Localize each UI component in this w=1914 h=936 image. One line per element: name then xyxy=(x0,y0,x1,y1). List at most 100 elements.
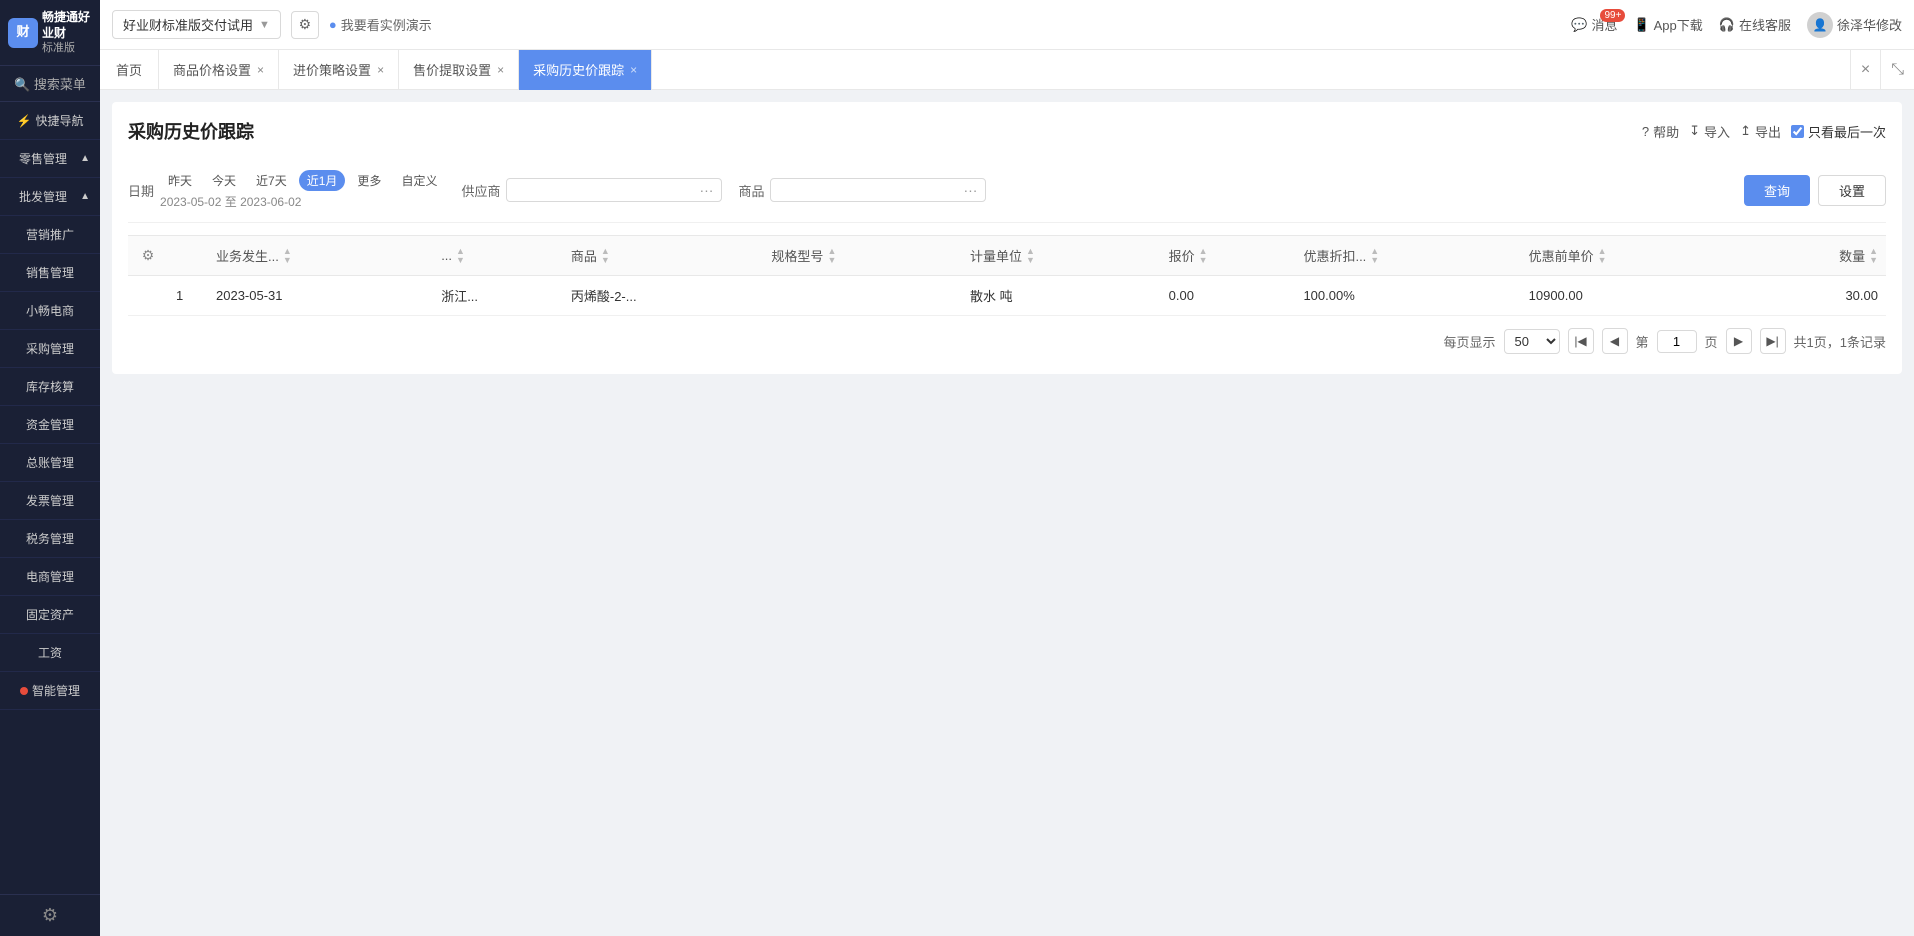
table-row: 1 2023-05-31 浙江... 丙烯酸-2-... 散水 吨 0.00 1… xyxy=(128,276,1886,316)
sidebar-item-purchase[interactable]: 采购管理 xyxy=(0,330,100,368)
app-download-btn[interactable]: 📱 App下载 xyxy=(1633,15,1702,34)
sidebar-item-ecom-small[interactable]: 小畅电商 xyxy=(0,292,100,330)
sort-pre-discount-icon[interactable]: ▲▼ xyxy=(1598,247,1607,265)
per-page-label: 每页显示 xyxy=(1443,332,1495,351)
sidebar-item-marketing[interactable]: 营销推广 xyxy=(0,216,100,254)
sidebar-item-inventory[interactable]: 库存核算 xyxy=(0,368,100,406)
total-info: 共1页，1条记录 xyxy=(1794,332,1886,351)
sidebar-item-ecom[interactable]: 电商管理 xyxy=(0,558,100,596)
sort-product-icon[interactable]: ▲▼ xyxy=(601,247,610,265)
search-menu[interactable]: 🔍 搜索菜单 xyxy=(0,66,100,102)
topbar: 好业财标准版交付试用 ▼ ⚙ ● 我要看实例演示 💬 消息 99+ 📱 App下… xyxy=(100,0,1914,50)
per-page-select[interactable]: 50 20 100 xyxy=(1504,329,1560,354)
sort-biz-date-icon[interactable]: ▲▼ xyxy=(283,247,292,265)
sort-discount-icon[interactable]: ▲▼ xyxy=(1370,247,1379,265)
help-icon: ? xyxy=(1642,124,1649,139)
date-7days-btn[interactable]: 近7天 xyxy=(248,170,295,191)
demo-btn[interactable]: ● 我要看实例演示 xyxy=(329,15,432,34)
sort-spec-icon[interactable]: ▲▼ xyxy=(827,247,836,265)
last-only-checkbox-label[interactable]: 只看最后一次 xyxy=(1791,122,1886,141)
th-extra[interactable]: ... ▲▼ xyxy=(433,236,563,276)
expand-tab-action[interactable]: ⤡ xyxy=(1880,50,1914,90)
cell-quoted-price: 0.00 xyxy=(1161,276,1296,316)
tab-history-track[interactable]: 采购历史价跟踪 × xyxy=(519,50,652,90)
sidebar-item-tax[interactable]: 税务管理 xyxy=(0,520,100,558)
th-quoted-price[interactable]: 报价 ▲▼ xyxy=(1161,236,1296,276)
tab-sale-price[interactable]: 售价提取设置 × xyxy=(399,50,519,90)
close-tab-price-icon[interactable]: × xyxy=(257,63,264,77)
sidebar-item-ledger[interactable]: 总账管理 xyxy=(0,444,100,482)
supplier-dots[interactable]: ··· xyxy=(699,182,713,198)
tab-price[interactable]: 商品价格设置 × xyxy=(159,50,279,90)
next-page-btn[interactable]: ▶ xyxy=(1726,328,1752,354)
cell-unit: 散水 吨 xyxy=(962,276,1161,316)
th-pre-discount[interactable]: 优惠前单价 ▲▼ xyxy=(1521,236,1752,276)
demo-icon: ● xyxy=(329,17,337,32)
tab-purchase-strategy[interactable]: 进价策略设置 × xyxy=(279,50,399,90)
export-btn[interactable]: ↥ 导出 xyxy=(1740,122,1781,141)
product-input[interactable] xyxy=(779,183,959,198)
date-yesterday-btn[interactable]: 昨天 xyxy=(160,170,200,191)
tab-home[interactable]: 首页 xyxy=(100,50,159,90)
sort-unit-icon[interactable]: ▲▼ xyxy=(1026,247,1035,265)
date-filter: 日期 昨天 今天 近7天 近1月 更多 自定义 2023-05-02 至 202… xyxy=(128,170,445,210)
sort-price-icon[interactable]: ▲▼ xyxy=(1199,247,1208,265)
close-tab-purchase-strategy-icon[interactable]: × xyxy=(377,63,384,77)
sidebar-item-wholesale[interactable]: 批发管理 ▲ xyxy=(0,178,100,216)
sidebar: 财 畅捷通好业财 标准版 🔍 搜索菜单 ⚡ 快捷导航 零售管理 ▲ 批发管理 ▲… xyxy=(0,0,100,936)
import-icon: ↧ xyxy=(1689,123,1700,139)
setting-btn[interactable]: 设置 xyxy=(1818,175,1886,206)
last-only-checkbox[interactable] xyxy=(1791,125,1804,138)
cell-spec xyxy=(763,276,962,316)
mobile-icon: 📱 xyxy=(1633,17,1649,33)
page-title: 采购历史价跟踪 xyxy=(128,118,254,144)
message-btn[interactable]: 💬 消息 99+ xyxy=(1571,15,1617,34)
chevron-up-icon: ▲ xyxy=(80,153,90,164)
column-settings-icon[interactable]: ⚙ xyxy=(142,247,155,263)
version-selector[interactable]: 好业财标准版交付试用 ▼ xyxy=(112,10,281,39)
sidebar-item-finance[interactable]: 资金管理 xyxy=(0,406,100,444)
user-icon: 👤 xyxy=(1813,18,1828,32)
help-btn[interactable]: ? 帮助 xyxy=(1642,122,1679,141)
th-product[interactable]: 商品 ▲▼ xyxy=(563,236,764,276)
sidebar-item-sales[interactable]: 销售管理 xyxy=(0,254,100,292)
cell-qty: 30.00 xyxy=(1751,276,1886,316)
close-tab-sale-price-icon[interactable]: × xyxy=(497,63,504,77)
query-btn[interactable]: 查询 xyxy=(1744,175,1810,206)
table-header-row: ⚙ 业务发生... ▲▼ ... xyxy=(128,236,1886,276)
gear-icon: ⚙ xyxy=(299,16,312,33)
sort-extra-icon[interactable]: ▲▼ xyxy=(456,247,465,265)
date-today-btn[interactable]: 今天 xyxy=(204,170,244,191)
date-custom-btn[interactable]: 自定义 xyxy=(393,170,445,191)
th-discount[interactable]: 优惠折扣... ▲▼ xyxy=(1295,236,1520,276)
sidebar-item-smart[interactable]: 智能管理 xyxy=(0,672,100,710)
online-service-btn[interactable]: 🎧 在线客服 xyxy=(1719,15,1791,34)
prev-page-btn[interactable]: ◀ xyxy=(1602,328,1628,354)
supplier-input-wrap[interactable]: ··· xyxy=(506,178,722,202)
import-btn[interactable]: ↧ 导入 xyxy=(1689,122,1730,141)
last-page-btn[interactable]: ▶| xyxy=(1760,328,1786,354)
date-more-btn[interactable]: 更多 xyxy=(349,170,389,191)
sidebar-settings-btn[interactable]: ⚙ xyxy=(0,894,100,936)
supplier-input[interactable] xyxy=(515,183,695,198)
product-input-wrap[interactable]: ··· xyxy=(770,178,986,202)
data-table: ⚙ 业务发生... ▲▼ ... xyxy=(128,235,1886,316)
th-biz-date[interactable]: 业务发生... ▲▼ xyxy=(208,236,433,276)
product-dots[interactable]: ··· xyxy=(963,182,977,198)
sidebar-item-invoice[interactable]: 发票管理 xyxy=(0,482,100,520)
sidebar-item-hr[interactable]: 工资 xyxy=(0,634,100,672)
page-input[interactable] xyxy=(1657,330,1697,353)
th-qty[interactable]: 数量 ▲▼ xyxy=(1751,236,1886,276)
sidebar-item-retail[interactable]: 零售管理 ▲ xyxy=(0,140,100,178)
sort-qty-icon[interactable]: ▲▼ xyxy=(1869,247,1878,265)
th-unit[interactable]: 计量单位 ▲▼ xyxy=(962,236,1161,276)
topbar-gear-btn[interactable]: ⚙ xyxy=(291,11,319,39)
sidebar-item-quick-nav[interactable]: ⚡ 快捷导航 xyxy=(0,102,100,140)
close-tab-action[interactable]: × xyxy=(1850,50,1880,90)
user-profile-btn[interactable]: 👤 徐泽华修改 xyxy=(1807,12,1902,38)
close-tab-history-icon[interactable]: × xyxy=(630,63,637,77)
date-1month-btn[interactable]: 近1月 xyxy=(299,170,346,191)
first-page-btn[interactable]: |◀ xyxy=(1568,328,1594,354)
sidebar-item-asset[interactable]: 固定资产 xyxy=(0,596,100,634)
th-spec[interactable]: 规格型号 ▲▼ xyxy=(763,236,962,276)
